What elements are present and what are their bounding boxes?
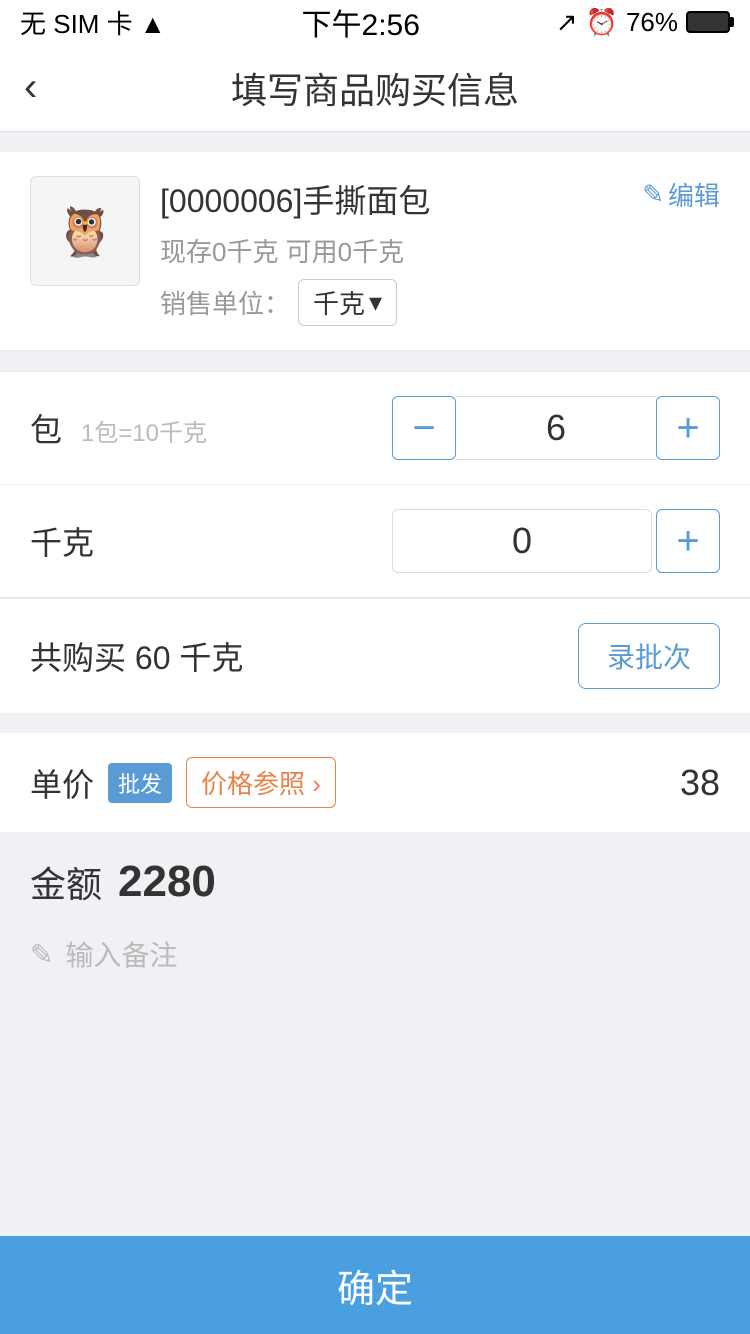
alarm-icon: ⏰ xyxy=(586,7,618,38)
location-icon: ↗ xyxy=(556,7,578,38)
bag-quantity-row: 包 1包=10千克 − + xyxy=(0,372,750,485)
product-info: [0000006]手撕面包 ✎ 编辑 现存0千克 可用0千克 销售单位： 千克 … xyxy=(160,176,720,326)
section-divider xyxy=(0,713,750,733)
nav-bar: ‹ 填写商品购买信息 xyxy=(0,44,750,132)
unit-label: 销售单位： xyxy=(160,284,290,321)
confirm-label: 确定 xyxy=(337,1258,413,1313)
kg-label: 千克 xyxy=(30,518,392,564)
product-thumbnail: 🦉 xyxy=(30,176,140,286)
kg-quantity-input[interactable] xyxy=(392,509,652,573)
bag-controls: − + xyxy=(392,396,720,460)
bag-label: 包 1包=10千克 xyxy=(30,405,392,451)
product-stock: 现存0千克 可用0千克 xyxy=(160,232,720,269)
bag-plus-button[interactable]: + xyxy=(656,396,720,460)
main-content: 🦉 [0000006]手撕面包 ✎ 编辑 现存0千克 可用0千克 销售单位： 千… xyxy=(0,152,750,1092)
status-left: 无 SIM 卡 ▲ xyxy=(20,4,166,41)
bag-quantity-input[interactable] xyxy=(456,396,656,460)
note-placeholder: 输入备注 xyxy=(65,934,177,974)
edit-label: 编辑 xyxy=(668,176,720,213)
sim-label: 无 SIM 卡 ▲ xyxy=(20,4,166,41)
amount-section: 金额 2280 ✎ 输入备注 xyxy=(0,832,750,994)
price-row: 单价 批发 价格参照 › 38 xyxy=(30,757,720,808)
summary-text: 共购买 60 千克 xyxy=(30,633,243,679)
price-text: 单价 xyxy=(30,760,94,806)
page-title: 填写商品购买信息 xyxy=(231,62,519,114)
status-right: ↗ ⏰ 76% xyxy=(556,7,730,38)
product-logo: 🦉 xyxy=(55,203,115,260)
battery-percent: 76% xyxy=(626,7,678,38)
note-icon: ✎ xyxy=(30,938,53,971)
bag-hint: 1包=10千克 xyxy=(81,420,207,447)
record-batch-button[interactable]: 录批次 xyxy=(578,623,720,689)
wholesale-badge: 批发 xyxy=(108,763,172,803)
product-card: 🦉 [0000006]手撕面包 ✎ 编辑 现存0千克 可用0千克 销售单位： 千… xyxy=(0,152,750,351)
kg-quantity-row: 千克 + xyxy=(0,485,750,597)
amount-row: 金额 2280 xyxy=(30,856,720,908)
note-row[interactable]: ✎ 输入备注 xyxy=(30,924,720,994)
product-top-row: [0000006]手撕面包 ✎ 编辑 xyxy=(160,176,720,232)
confirm-button[interactable]: 确定 xyxy=(0,1236,750,1334)
status-bar: 无 SIM 卡 ▲ 下午2:56 ↗ ⏰ 76% xyxy=(0,0,750,44)
amount-value: 2280 xyxy=(118,857,216,907)
product-unit-row: 销售单位： 千克 ▾ xyxy=(160,279,720,326)
status-time: 下午2:56 xyxy=(302,0,420,44)
battery-icon xyxy=(686,11,730,33)
back-button[interactable]: ‹ xyxy=(24,65,37,110)
kg-controls: + xyxy=(392,509,720,573)
price-section: 单价 批发 价格参照 › 38 xyxy=(0,733,750,832)
amount-label: 金额 xyxy=(30,856,102,908)
product-name: [0000006]手撕面包 xyxy=(160,176,430,222)
edit-button[interactable]: ✎ 编辑 xyxy=(642,176,720,213)
kg-plus-button[interactable]: + xyxy=(656,509,720,573)
summary-row: 共购买 60 千克 录批次 xyxy=(0,598,750,713)
price-reference-button[interactable]: 价格参照 › xyxy=(186,757,336,808)
unit-selector[interactable]: 千克 ▾ xyxy=(298,279,397,326)
quantity-section: 包 1包=10千克 − + 千克 + xyxy=(0,371,750,598)
price-value: 38 xyxy=(680,762,720,804)
edit-icon: ✎ xyxy=(642,179,664,210)
unit-value: 千克 xyxy=(313,284,365,321)
unit-arrow-icon: ▾ xyxy=(369,287,382,318)
price-label: 单价 批发 价格参照 › xyxy=(30,757,336,808)
bag-minus-button[interactable]: − xyxy=(392,396,456,460)
